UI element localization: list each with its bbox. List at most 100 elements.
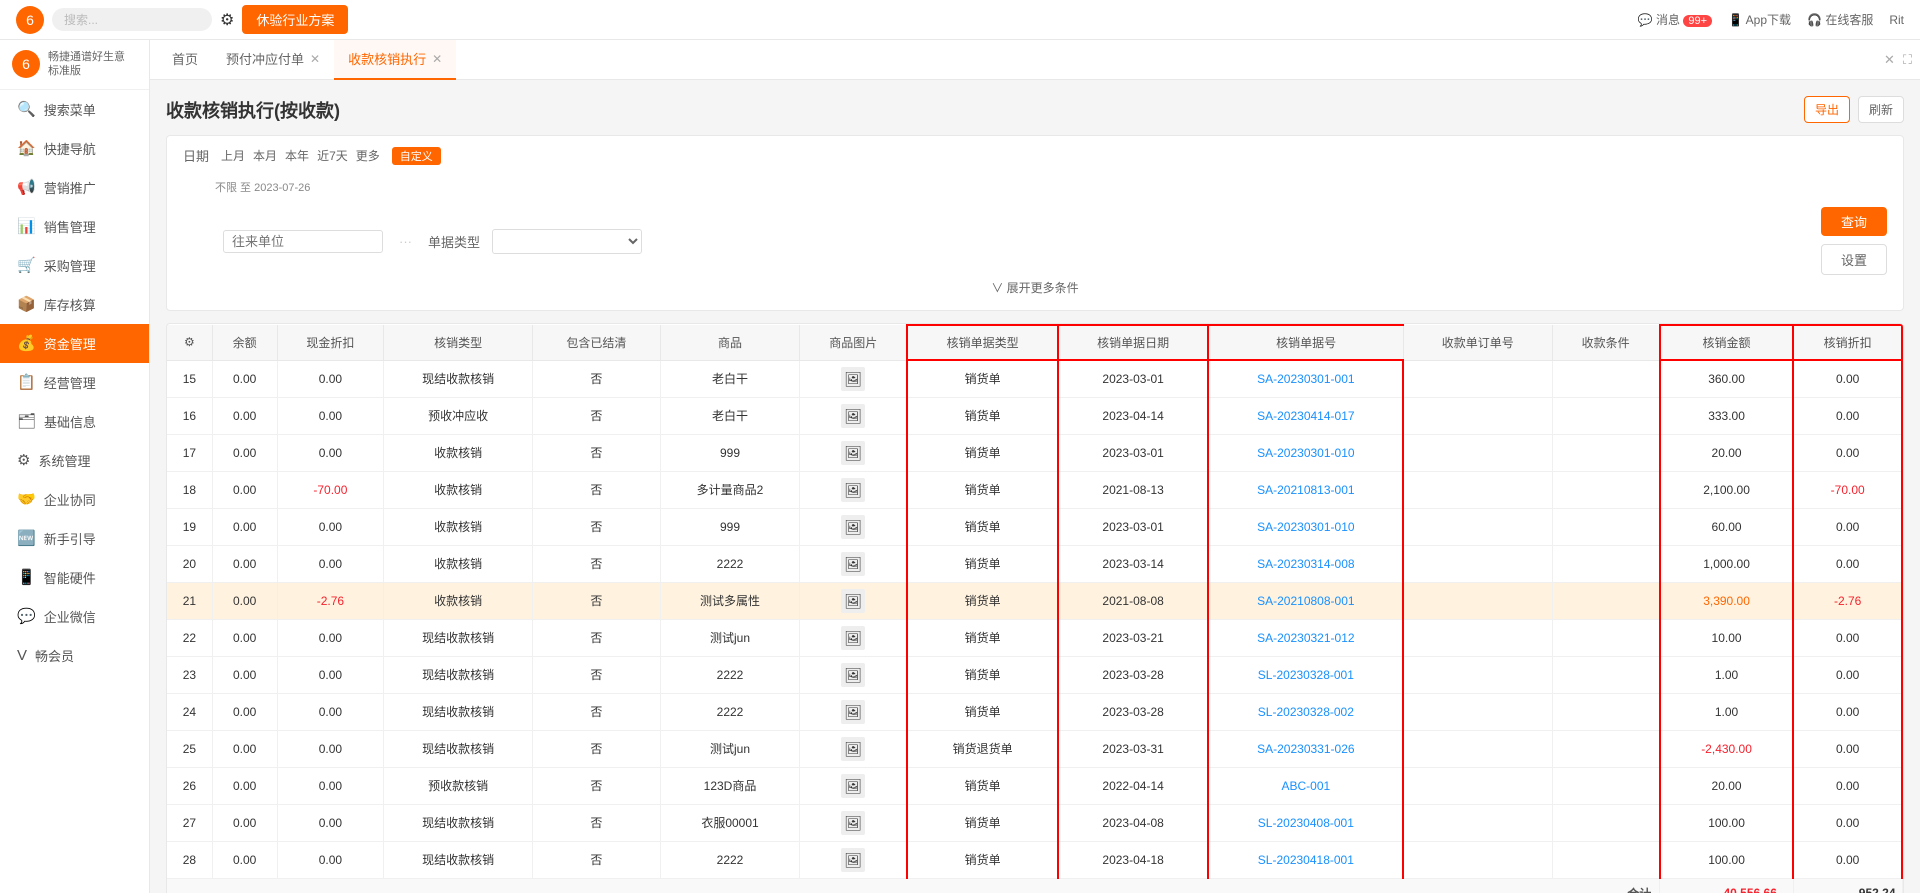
cell-r7-c3: 现结收款核销 [384,619,533,656]
cell-r9-c6: 🖼 [800,693,908,730]
sidebar-item-quick-nav[interactable]: 🏠快捷导航 [0,129,149,168]
app-download-link[interactable]: 📱 App下载 [1728,11,1791,28]
sidebar-item-capital-mgmt[interactable]: 💰资金管理 [0,324,149,363]
cell-r10-c2: 0.00 [277,730,384,767]
date-last-month[interactable]: 上月 [221,147,245,164]
cell-r6-c7: 销货单 [907,582,1058,619]
bill-no-link-7[interactable]: SA-20230321-012 [1257,631,1354,645]
cell-r3-c13: -70.00 [1793,471,1902,508]
cell-r11-c10 [1403,767,1552,804]
cell-r3-c4: 否 [533,471,661,508]
bill-type-select[interactable] [492,229,642,254]
cell-r10-c4: 否 [533,730,661,767]
cell-r4-c8: 2023-03-01 [1058,508,1209,545]
cell-r6-c0: 21 [167,582,212,619]
table-row: 160.000.00预收冲应收否老白干🖼销货单2023-04-14SA-2023… [167,397,1902,434]
top-bar-left: 6 搜索... ⚙ 休验行业方案 [16,5,1626,34]
message-icon[interactable]: 💬 消息 99+ [1638,11,1712,28]
cell-r2-c7: 销货单 [907,434,1058,471]
date-this-month[interactable]: 本月 [253,147,277,164]
cell-r0-c6: 🖼 [800,360,908,397]
custom-date-button[interactable]: 自定义 [392,147,441,165]
cell-r10-c5: 测试jun [660,730,799,767]
close-tab-icon[interactable]: ✕ [1884,52,1895,68]
bill-no-link-3[interactable]: SA-20210813-001 [1257,483,1354,497]
tab-close-prepay-conflict[interactable]: ✕ [310,52,320,66]
col-header-6: 商品图片 [800,325,908,360]
sidebar-logo-icon: 6 [12,50,40,78]
date-more[interactable]: 更多 [356,147,380,164]
sidebar-item-wechat-corp[interactable]: 💬企业微信 [0,597,149,636]
refresh-button[interactable]: 刷新 [1858,96,1904,123]
industry-solution-button[interactable]: 休验行业方案 [242,5,348,34]
table-row: 270.000.00现结收款核销否衣服00001🖼销货单2023-04-08SL… [167,804,1902,841]
tab-home[interactable]: 首页 [158,40,212,80]
bill-no-link-8[interactable]: SL-20230328-001 [1258,668,1354,682]
date-7days[interactable]: 近7天 [317,147,348,164]
cell-r12-c6: 🖼 [800,804,908,841]
from-unit-input[interactable] [223,230,383,253]
settings-icon[interactable]: ⚙ [220,10,234,30]
tab-label-prepay-conflict: 预付冲应付单 [226,49,304,68]
bill-no-link-11[interactable]: ABC-001 [1281,779,1330,793]
sidebar-item-biz-mgmt[interactable]: 📋经营管理 [0,363,149,402]
cell-r9-c12: 1.00 [1660,693,1794,730]
cell-r3-c10 [1403,471,1552,508]
bill-no-link-13[interactable]: SL-20230418-001 [1258,853,1354,867]
sidebar-item-smart-hw[interactable]: 📱智能硬件 [0,558,149,597]
filter-settings-button[interactable]: 设置 [1821,244,1887,275]
cell-r6-c6: 🖼 [800,582,908,619]
bill-no-link-10[interactable]: SA-20230331-026 [1257,742,1354,756]
cell-r10-c1: 0.00 [212,730,277,767]
cell-r3-c0: 18 [167,471,212,508]
sidebar-item-vip[interactable]: V畅会员 [0,636,149,675]
cell-r13-c12: 100.00 [1660,841,1794,878]
bill-no-link-12[interactable]: SL-20230408-001 [1258,816,1354,830]
total-amount: 40,556,66... [1660,878,1794,893]
cell-r4-c5: 999 [660,508,799,545]
sidebar-item-corp-collab[interactable]: 🤝企业协同 [0,480,149,519]
top-search-box[interactable]: 搜索... [52,8,212,31]
bill-no-link-9[interactable]: SL-20230328-002 [1258,705,1354,719]
cell-r0-c13: 0.00 [1793,360,1902,397]
tab-prepay-conflict[interactable]: 预付冲应付单 ✕ [212,40,334,80]
cell-r2-c6: 🖼 [800,434,908,471]
date-this-year[interactable]: 本年 [285,147,309,164]
cell-r5-c7: 销货单 [907,545,1058,582]
bill-no-link-1[interactable]: SA-20230414-017 [1257,409,1354,423]
cell-r1-c0: 16 [167,397,212,434]
cell-r8-c1: 0.00 [212,656,277,693]
cell-r5-c5: 2222 [660,545,799,582]
cell-r11-c4: 否 [533,767,661,804]
tab-receipt-writeoff[interactable]: 收款核销执行✕ [334,40,456,80]
cell-r13-c6: 🖼 [800,841,908,878]
export-button[interactable]: 导出 [1804,96,1850,123]
sidebar-item-system-mgmt[interactable]: ⚙系统管理 [0,441,149,480]
sidebar-item-newcomer[interactable]: 🆕新手引导 [0,519,149,558]
cell-r13-c0: 28 [167,841,212,878]
online-service-link[interactable]: 🎧 在线客服 [1807,11,1873,28]
cell-r3-c3: 收款核销 [384,471,533,508]
sidebar-item-search-menu[interactable]: 🔍搜索菜单 [0,90,149,129]
sidebar-item-marketing[interactable]: 📢营销推广 [0,168,149,207]
cell-r2-c2: 0.00 [277,434,384,471]
sidebar-item-inventory[interactable]: 📦库存核算 [0,285,149,324]
tab-close-receipt-writeoff[interactable]: ✕ [432,52,442,66]
sidebar-item-sales-mgmt[interactable]: 📊销售管理 [0,207,149,246]
query-button[interactable]: 查询 [1821,207,1887,236]
bill-no-link-0[interactable]: SA-20230301-001 [1257,372,1354,386]
cell-r10-c9: SA-20230331-026 [1208,730,1403,767]
cell-r0-c11 [1552,360,1660,397]
cell-r5-c10 [1403,545,1552,582]
sidebar-item-basic-info[interactable]: 🗂基础信息 [0,402,149,441]
cell-r6-c1: 0.00 [212,582,277,619]
bill-no-link-5[interactable]: SA-20230314-008 [1257,557,1354,571]
expand-tab-icon[interactable]: ⛶ [1903,52,1912,68]
cell-r6-c13: -2.76 [1793,582,1902,619]
bill-no-link-6[interactable]: SA-20210808-001 [1257,594,1354,608]
cell-r1-c13: 0.00 [1793,397,1902,434]
bill-no-link-4[interactable]: SA-20230301-010 [1257,520,1354,534]
expand-conditions-row[interactable]: ∨ 展开更多条件 [183,275,1887,300]
bill-no-link-2[interactable]: SA-20230301-010 [1257,446,1354,460]
sidebar-item-purchase-mgmt[interactable]: 🛒采购管理 [0,246,149,285]
